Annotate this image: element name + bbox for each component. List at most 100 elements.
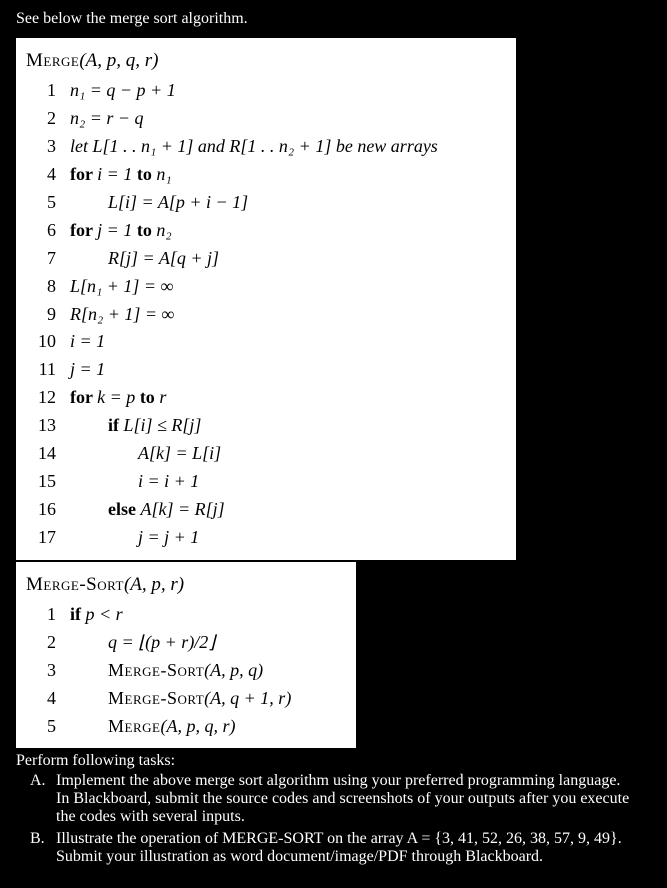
- task-a-line2: In Blackboard, submit the source codes a…: [56, 790, 651, 808]
- merge-line-16: 16 else A[k] = R[j]: [26, 496, 506, 524]
- intro-text: See below the merge sort algorithm.: [16, 10, 651, 28]
- code: R[j] = A[q + j]: [70, 245, 219, 273]
- kw-for: for: [70, 220, 97, 240]
- kw-for: for: [70, 387, 97, 407]
- code-text: n₂: [156, 220, 171, 240]
- merge-line-4: 4 for i = 1 to n₁: [26, 161, 506, 189]
- tasks-section: Perform following tasks: A. Implement th…: [16, 752, 651, 866]
- page: See below the merge sort algorithm. Merg…: [0, 0, 667, 888]
- line-number: 11: [26, 356, 70, 384]
- code: for i = 1 to n₁: [70, 161, 172, 189]
- code: for k = p to r: [70, 384, 166, 412]
- fn-args: (A, q + 1, r): [204, 688, 291, 708]
- merge-line-7: 7 R[j] = A[q + j]: [26, 245, 506, 273]
- task-b-label: B.: [30, 830, 52, 848]
- line-number: 15: [26, 468, 70, 496]
- line-number: 6: [26, 217, 70, 245]
- merge-fn-args: (A, p, q, r): [79, 50, 158, 71]
- code: if L[i] ≤ R[j]: [70, 412, 201, 440]
- task-list: A. Implement the above merge sort algori…: [16, 772, 651, 866]
- code: L[n₁ + 1] = ∞: [70, 273, 173, 301]
- merge-line-12: 12 for k = p to r: [26, 384, 506, 412]
- task-a: A. Implement the above merge sort algori…: [56, 772, 651, 826]
- merge-fn-name: Merge: [26, 50, 79, 71]
- merge-line-6: 6 for j = 1 to n₂: [26, 217, 506, 245]
- merge-sort-fn-args: (A, p, r): [124, 574, 184, 595]
- code: q = ⌊(p + r)/2⌋: [70, 629, 215, 657]
- code-text: p < r: [86, 604, 123, 624]
- code: L[i] = A[p + i − 1]: [70, 189, 248, 217]
- code: j = 1: [70, 356, 105, 384]
- task-a-line3: the codes with several inputs.: [56, 808, 651, 826]
- line-number: 3: [26, 133, 70, 161]
- merge-sort-fn-name: Merge-Sort: [26, 574, 124, 595]
- line-number: 13: [26, 412, 70, 440]
- fn-args: (A, p, q): [204, 660, 263, 680]
- merge-sort-algorithm-box: Merge-Sort(A, p, r) 1 if p < r 2 q = ⌊(p…: [16, 562, 356, 749]
- merge-line-17: 17 j = j + 1: [26, 524, 506, 552]
- line-number: 5: [26, 713, 70, 741]
- line-number: 3: [26, 657, 70, 685]
- task-b: B. Illustrate the operation of MERGE-SOR…: [56, 830, 651, 866]
- code-text: n₁: [156, 164, 171, 184]
- fn-call: Merge-Sort: [108, 688, 204, 708]
- code: Merge-Sort(A, p, q): [70, 657, 263, 685]
- merge-line-13: 13 if L[i] ≤ R[j]: [26, 412, 506, 440]
- code: A[k] = L[i]: [70, 440, 221, 468]
- line-number: 14: [26, 440, 70, 468]
- code: n₂ = r − q: [70, 105, 144, 133]
- code: R[n₂ + 1] = ∞: [70, 301, 174, 329]
- code: if p < r: [70, 601, 123, 629]
- fn-args: (A, p, q, r): [160, 716, 235, 736]
- code: i = 1: [70, 328, 105, 356]
- merge-line-10: 10 i = 1: [26, 328, 506, 356]
- code: n₁ = q − p + 1: [70, 77, 176, 105]
- merge-line-8: 8 L[n₁ + 1] = ∞: [26, 273, 506, 301]
- code-text: i = 1: [97, 164, 137, 184]
- kw-if: if: [108, 415, 124, 435]
- code: else A[k] = R[j]: [70, 496, 225, 524]
- task-a-label: A.: [30, 772, 52, 790]
- msort-line-5: 5 Merge(A, p, q, r): [26, 713, 346, 741]
- kw-for: for: [70, 164, 97, 184]
- kw-to: to: [140, 387, 160, 407]
- line-number: 7: [26, 245, 70, 273]
- msort-line-1: 1 if p < r: [26, 601, 346, 629]
- line-number: 9: [26, 301, 70, 329]
- merge-line-5: 5 L[i] = A[p + i − 1]: [26, 189, 506, 217]
- merge-line-11: 11 j = 1: [26, 356, 506, 384]
- kw-else: else: [108, 499, 140, 519]
- code: for j = 1 to n₂: [70, 217, 172, 245]
- kw-to: to: [137, 220, 157, 240]
- line-number: 1: [26, 77, 70, 105]
- task-b-line1: Illustrate the operation of MERGE-SORT o…: [56, 830, 622, 847]
- code-text: r: [159, 387, 166, 407]
- code-text: let L[1 . . n₁ + 1] and R[1 . . n₂ + 1] …: [70, 136, 438, 156]
- merge-line-9: 9 R[n₂ + 1] = ∞: [26, 301, 506, 329]
- merge-algorithm-box: Merge(A, p, q, r) 1 n₁ = q − p + 1 2 n₂ …: [16, 38, 516, 560]
- code: Merge-Sort(A, q + 1, r): [70, 685, 291, 713]
- merge-line-1: 1 n₁ = q − p + 1: [26, 77, 506, 105]
- code-text: A[k] = R[j]: [140, 499, 224, 519]
- fn-call: Merge-Sort: [108, 660, 204, 680]
- merge-sort-signature: Merge-Sort(A, p, r): [26, 570, 346, 599]
- code: Merge(A, p, q, r): [70, 713, 235, 741]
- task-a-line1: Implement the above merge sort algorithm…: [56, 772, 620, 789]
- line-number: 5: [26, 189, 70, 217]
- line-number: 2: [26, 629, 70, 657]
- line-number: 17: [26, 524, 70, 552]
- line-number: 2: [26, 105, 70, 133]
- code: j = j + 1: [70, 524, 199, 552]
- merge-signature: Merge(A, p, q, r): [26, 46, 506, 75]
- merge-line-15: 15 i = i + 1: [26, 468, 506, 496]
- task-b-line2: Submit your illustration as word documen…: [56, 848, 651, 866]
- code: let L[1 . . n₁ + 1] and R[1 . . n₂ + 1] …: [70, 133, 438, 161]
- kw-to: to: [137, 164, 157, 184]
- msort-line-4: 4 Merge-Sort(A, q + 1, r): [26, 685, 346, 713]
- merge-line-14: 14 A[k] = L[i]: [26, 440, 506, 468]
- code-text: L[i] ≤ R[j]: [124, 415, 202, 435]
- line-number: 12: [26, 384, 70, 412]
- line-number: 4: [26, 161, 70, 189]
- code: i = i + 1: [70, 468, 199, 496]
- code-text: k = p: [97, 387, 140, 407]
